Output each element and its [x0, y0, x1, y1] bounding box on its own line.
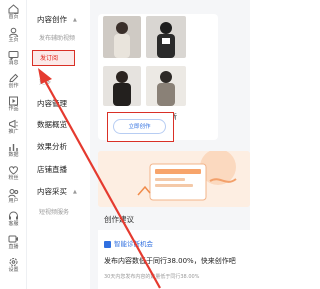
menu-group-collect[interactable]: 内容采买 ▲	[37, 186, 97, 197]
section-title: 创作建议	[104, 215, 134, 224]
rail-label: 设置	[8, 267, 19, 273]
data-icon	[8, 142, 19, 152]
rail-label: 直播	[8, 244, 19, 250]
main-content: 步骤上新 立即创作 创作建议 智能诊断机会 发布内容数低于同行38.00%，快来…	[90, 0, 258, 289]
rail-label: 主页	[8, 37, 19, 43]
chevron-up-icon: ▲	[73, 17, 77, 23]
fans-icon	[8, 165, 19, 175]
promo-banner[interactable]	[98, 151, 250, 207]
menu-group-create[interactable]: 内容创作 ▲	[37, 14, 97, 25]
model-photo	[103, 66, 141, 106]
rail-label: 消息	[8, 60, 19, 66]
rail-item-promote[interactable]: 推广	[0, 117, 27, 139]
rail-item-home[interactable]: 首页	[0, 2, 27, 24]
secondary-menu: 内容创作 ▲ 发布辅助视频 发订阅 更多 内容管理 数据概览 效果分析 店铺直播 …	[27, 0, 87, 289]
live-icon	[8, 234, 19, 244]
rail-label: 创作	[8, 83, 19, 89]
message-icon	[8, 50, 19, 60]
menu-item-data-overview[interactable]: 数据概览	[37, 119, 97, 130]
cta-highlight: 立即创作	[107, 112, 174, 142]
rail-item-profile[interactable]: 主页	[0, 25, 27, 47]
rail-label: 推广	[8, 129, 19, 135]
menu-item-subscribe-active[interactable]: 发订阅	[32, 50, 75, 66]
rail-item-works[interactable]: 作品	[0, 94, 27, 116]
home-icon	[8, 4, 19, 14]
suggestion-card[interactable]: 智能诊断机会 发布内容数低于同行38.00%，快来创作吧 30天内您发布内容的数…	[98, 230, 258, 289]
rail-label: 作品	[8, 106, 19, 112]
rail-label: 数据	[8, 152, 19, 158]
rail-item-user[interactable]: 用户	[0, 186, 27, 208]
suggestion-head-label: 智能诊断机会	[114, 240, 153, 248]
suggestion-main-text: 发布内容数低于同行38.00%，快来创作吧	[104, 257, 236, 265]
menu-group-create-label: 内容创作	[37, 15, 67, 24]
menu-item-shop-live[interactable]: 店铺直播	[37, 164, 97, 175]
rail-label: 首页	[8, 14, 19, 20]
left-icon-rail: 首页 主页 消息 创作 作品 推广 数据 粉丝 用户 客服 直播 设置	[0, 0, 27, 289]
model-photo	[146, 16, 186, 58]
menu-item-effect-analysis[interactable]: 效果分析	[37, 141, 97, 152]
works-icon	[8, 96, 19, 106]
rail-item-create[interactable]: 创作	[0, 71, 27, 93]
model-photo	[103, 16, 141, 58]
rail-label: 客服	[8, 221, 19, 227]
menu-item-content-manage[interactable]: 内容管理	[37, 98, 97, 109]
settings-icon	[8, 257, 19, 267]
suggestion-head: 智能诊断机会	[104, 238, 153, 248]
diagnosis-icon	[104, 240, 111, 248]
create-icon	[8, 73, 19, 83]
user-icon	[8, 188, 19, 198]
rail-label: 粉丝	[8, 175, 19, 181]
profile-icon	[8, 27, 19, 37]
rail-item-fans[interactable]: 粉丝	[0, 163, 27, 185]
model-photo	[146, 66, 186, 106]
rail-item-settings[interactable]: 设置	[0, 255, 27, 277]
rail-item-service[interactable]: 客服	[0, 209, 27, 231]
rail-label: 用户	[8, 198, 19, 204]
service-icon	[8, 211, 19, 221]
create-now-button[interactable]: 立即创作	[113, 119, 166, 134]
promote-icon	[8, 119, 19, 129]
rail-item-data[interactable]: 数据	[0, 140, 27, 162]
chevron-up-icon: ▲	[73, 189, 77, 195]
suggestion-sub-text: 30天内您发布内容的数量低于同行38.00%	[104, 274, 200, 280]
promo-illustration	[98, 151, 250, 207]
menu-group-collect-label: 内容采买	[37, 187, 67, 196]
rail-item-live[interactable]: 直播	[0, 232, 27, 254]
rail-item-message[interactable]: 消息	[0, 48, 27, 70]
